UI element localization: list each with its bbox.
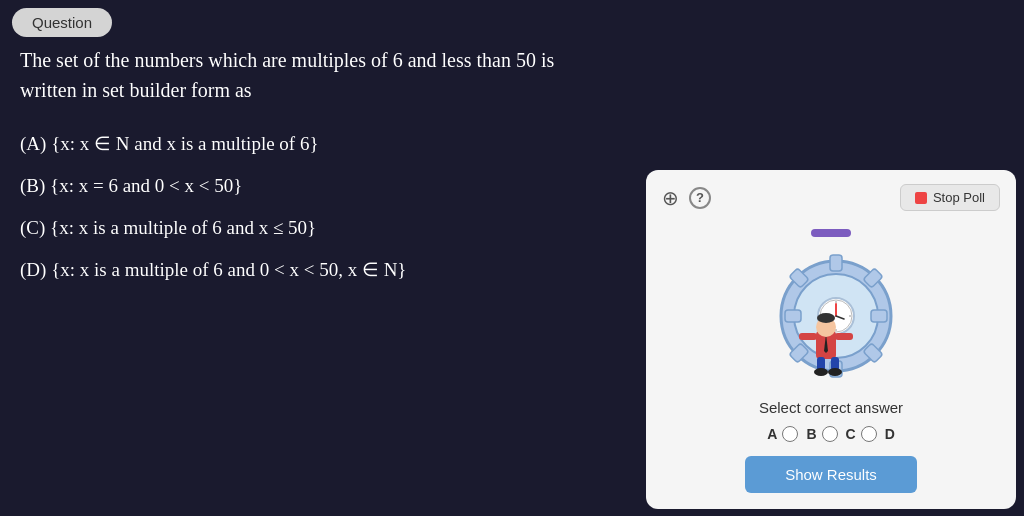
radio-c[interactable] <box>861 426 877 442</box>
select-correct-label: Select correct answer <box>759 399 903 416</box>
option-d-label: D <box>885 426 895 442</box>
svg-rect-6 <box>871 310 887 322</box>
svg-rect-27 <box>835 333 853 340</box>
answer-option-a[interactable]: A <box>767 426 798 442</box>
option-c: (C) {x: x is a multiple of 6 and x ≤ 50} <box>20 209 644 247</box>
option-d: (D) {x: x is a multiple of 6 and 0 < x <… <box>20 251 644 289</box>
option-c-label: C <box>846 426 856 442</box>
radio-a[interactable] <box>782 426 798 442</box>
question-text: The set of the numbers which are multipl… <box>20 45 644 105</box>
panel-top-bar: ⊕ ? Stop Poll <box>662 184 1000 211</box>
answer-option-b[interactable]: B <box>806 426 837 442</box>
stop-icon <box>915 192 927 204</box>
stop-poll-button[interactable]: Stop Poll <box>900 184 1000 211</box>
answer-options-row: A B C D <box>662 426 1000 442</box>
help-icon[interactable]: ? <box>689 187 711 209</box>
illustration <box>741 221 921 391</box>
show-results-label: Show Results <box>785 466 877 483</box>
right-panel: ⊕ ? Stop Poll <box>646 170 1016 509</box>
purple-bar <box>811 229 851 237</box>
svg-rect-5 <box>785 310 801 322</box>
answer-option-c[interactable]: C <box>846 426 877 442</box>
show-results-button[interactable]: Show Results <box>745 456 917 493</box>
svg-point-24 <box>814 368 828 376</box>
option-b: (B) {x: x = 6 and 0 < x < 50} <box>20 167 644 205</box>
options-area: (A) {x: x ∈ N and x is a multiple of 6} … <box>20 125 644 289</box>
svg-rect-3 <box>830 255 842 271</box>
question-area: The set of the numbers which are multipl… <box>20 45 644 293</box>
svg-point-25 <box>828 368 842 376</box>
question-line1: The set of the numbers which are multipl… <box>20 49 554 71</box>
svg-rect-26 <box>799 333 817 340</box>
option-b-label: B <box>806 426 816 442</box>
move-icon[interactable]: ⊕ <box>662 186 679 210</box>
question-tab: Question <box>12 8 112 37</box>
option-a-label: A <box>767 426 777 442</box>
illustration-svg <box>741 221 921 386</box>
svg-point-21 <box>817 313 835 323</box>
question-line2: written in set builder form as <box>20 79 252 101</box>
option-a: (A) {x: x ∈ N and x is a multiple of 6} <box>20 125 644 163</box>
radio-b[interactable] <box>822 426 838 442</box>
question-tab-label: Question <box>32 14 92 31</box>
panel-icons: ⊕ ? <box>662 186 711 210</box>
stop-poll-label: Stop Poll <box>933 190 985 205</box>
answer-option-d[interactable]: D <box>885 426 895 442</box>
